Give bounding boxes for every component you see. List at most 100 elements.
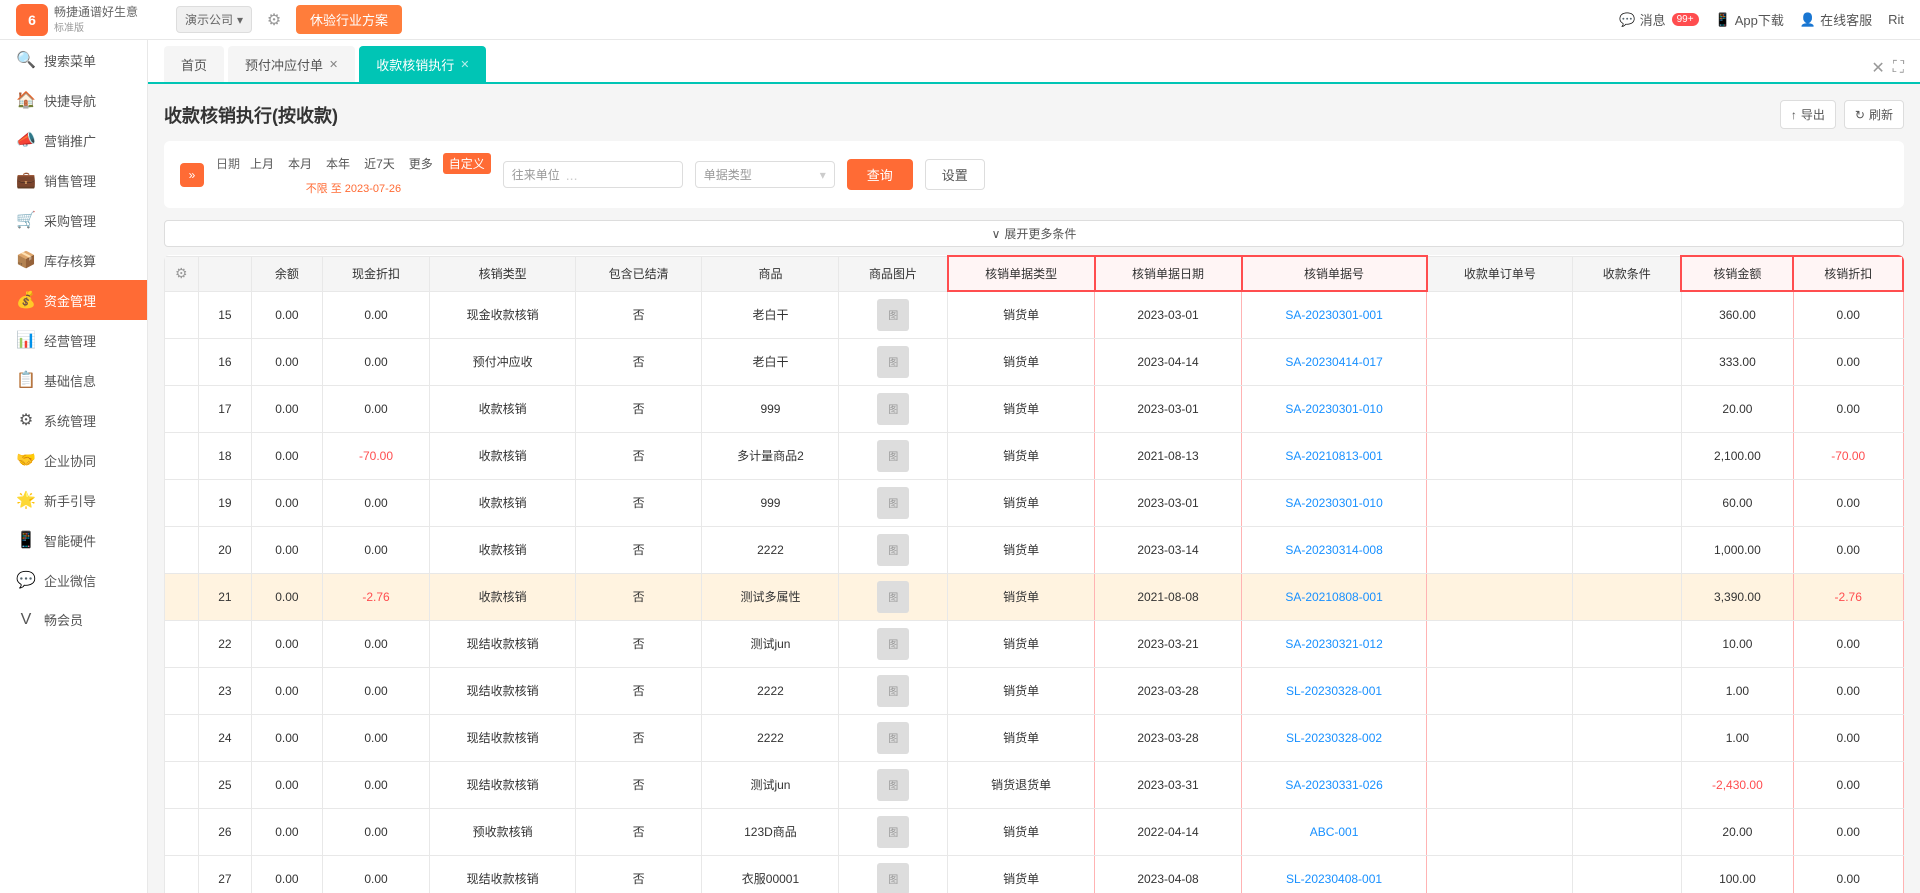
sidebar-item-member[interactable]: V 畅会员: [0, 600, 147, 639]
row-settings: [165, 385, 199, 432]
row-bill-no[interactable]: SA-20230331-026: [1242, 761, 1427, 808]
row-write-off-discount: -70.00: [1793, 432, 1903, 479]
row-bill-no[interactable]: SA-20210808-001: [1242, 573, 1427, 620]
industry-button[interactable]: 休验行业方案: [296, 5, 402, 34]
row-bill-no[interactable]: SA-20210813-001: [1242, 432, 1427, 479]
filter-expand-button[interactable]: »: [180, 163, 204, 187]
date-7days[interactable]: 近7天: [360, 153, 399, 174]
row-no: 16: [198, 338, 252, 385]
row-bill-date: 2023-03-31: [1095, 761, 1242, 808]
row-receipt-order-no: [1427, 714, 1573, 761]
row-bill-type: 销货单: [948, 714, 1095, 761]
sidebar-item-operation[interactable]: 📊 经营管理: [0, 320, 147, 360]
user-profile[interactable]: Rit: [1888, 12, 1904, 27]
row-write-off-amount: 20.00: [1681, 385, 1793, 432]
bill-type-filter[interactable]: 单据类型 ▾: [695, 161, 835, 188]
online-service-item[interactable]: 👤 在线客服: [1800, 10, 1872, 29]
sidebar-label-finance: 资金管理: [44, 291, 96, 310]
date-custom[interactable]: 自定义: [443, 153, 491, 174]
filter-settings-button[interactable]: 设置: [925, 159, 985, 190]
row-bill-no[interactable]: SA-20230414-017: [1242, 338, 1427, 385]
sidebar-item-guide[interactable]: 🌟 新手引导: [0, 480, 147, 520]
date-more[interactable]: 更多: [405, 153, 437, 174]
row-bill-no-link[interactable]: SA-20210808-001: [1285, 590, 1382, 604]
row-receipt-condition: [1573, 479, 1682, 526]
sidebar-item-inventory[interactable]: 📦 库存核算: [0, 240, 147, 280]
tab-collection-close[interactable]: ✕: [460, 58, 469, 71]
row-bill-no-link[interactable]: SL-20230328-001: [1286, 684, 1382, 698]
row-bill-no-link[interactable]: SA-20230414-017: [1285, 355, 1382, 369]
row-bill-no-link[interactable]: SA-20230314-008: [1285, 543, 1382, 557]
row-bill-no[interactable]: SA-20230301-010: [1242, 479, 1427, 526]
date-this-month[interactable]: 本月: [284, 153, 316, 174]
sidebar-item-finance[interactable]: 💰 资金管理: [0, 280, 147, 320]
row-bill-no-link[interactable]: ABC-001: [1310, 825, 1359, 839]
date-last-month[interactable]: 上月: [246, 153, 278, 174]
guide-icon: 🌟: [16, 490, 36, 510]
row-goods-img: 图: [839, 526, 948, 573]
sidebar-item-quicknav[interactable]: 🏠 快捷导航: [0, 80, 147, 120]
sidebar-item-sales[interactable]: 💼 销售管理: [0, 160, 147, 200]
sidebar-item-basic[interactable]: 📋 基础信息: [0, 360, 147, 400]
refresh-button[interactable]: ↻ 刷新: [1844, 100, 1904, 129]
row-bill-no-link[interactable]: SA-20230301-001: [1285, 308, 1382, 322]
row-bill-no[interactable]: SA-20230301-001: [1242, 291, 1427, 338]
sidebar-item-hardware[interactable]: 📱 智能硬件: [0, 520, 147, 560]
tab-prepay-close[interactable]: ✕: [329, 58, 338, 71]
row-no: 15: [198, 291, 252, 338]
column-settings-icon[interactable]: ⚙: [175, 265, 188, 281]
sidebar-item-system[interactable]: ⚙ 系统管理: [0, 400, 147, 440]
query-button[interactable]: 查询: [847, 159, 913, 190]
row-bill-no-link[interactable]: SA-20230301-010: [1285, 402, 1382, 416]
row-balance: 0.00: [252, 667, 322, 714]
row-bill-no[interactable]: SA-20230321-012: [1242, 620, 1427, 667]
tab-collection[interactable]: 收款核销执行 ✕: [359, 46, 486, 82]
row-no: 27: [198, 855, 252, 893]
row-bill-no[interactable]: ABC-001: [1242, 808, 1427, 855]
row-bill-no[interactable]: SL-20230328-002: [1242, 714, 1427, 761]
row-bill-no[interactable]: SA-20230314-008: [1242, 526, 1427, 573]
tab-fullscreen-icon[interactable]: ⛶: [1893, 59, 1904, 77]
message-item[interactable]: 💬 消息 99+: [1619, 10, 1698, 29]
top-bar-center: 演示公司 ▾ ⚙ 休验行业方案: [176, 5, 1607, 34]
row-receipt-condition: [1573, 714, 1682, 761]
row-bill-no-link[interactable]: SA-20210813-001: [1285, 449, 1382, 463]
export-button[interactable]: ↑ 导出: [1780, 100, 1836, 129]
row-bill-type: 销货退货单: [948, 761, 1095, 808]
row-bill-no-link[interactable]: SA-20230301-010: [1285, 496, 1382, 510]
settings-icon[interactable]: ⚙: [260, 6, 288, 34]
partner-filter[interactable]: 往来单位 ...: [503, 161, 683, 188]
sidebar-item-purchase[interactable]: 🛒 采购管理: [0, 200, 147, 240]
tab-prepay[interactable]: 预付冲应付单 ✕: [228, 46, 355, 82]
row-bill-date: 2023-04-08: [1095, 855, 1242, 893]
sidebar-item-corp[interactable]: 🤝 企业协同: [0, 440, 147, 480]
col-receipt-condition: 收款条件: [1573, 256, 1682, 291]
row-bill-type: 销货单: [948, 291, 1095, 338]
tab-close-icon[interactable]: ✕: [1871, 58, 1884, 78]
row-write-off-discount: 0.00: [1793, 385, 1903, 432]
row-bill-no-link[interactable]: SL-20230408-001: [1286, 872, 1382, 886]
row-bill-no[interactable]: SA-20230301-010: [1242, 385, 1427, 432]
row-bill-date: 2022-04-14: [1095, 808, 1242, 855]
row-write-off-type: 现结收款核销: [430, 667, 575, 714]
sidebar-item-search[interactable]: 🔍 搜索菜单: [0, 40, 147, 80]
expand-conditions-button[interactable]: ∨ 展开更多条件: [164, 220, 1904, 247]
date-this-year[interactable]: 本年: [322, 153, 354, 174]
sidebar-item-wechat[interactable]: 💬 企业微信: [0, 560, 147, 600]
row-bill-no-link[interactable]: SL-20230328-002: [1286, 731, 1382, 745]
row-bill-no-link[interactable]: SA-20230331-026: [1285, 778, 1382, 792]
row-settled: 否: [575, 526, 702, 573]
tab-home[interactable]: 首页: [164, 46, 224, 82]
company-select[interactable]: 演示公司 ▾: [176, 6, 252, 33]
row-bill-no[interactable]: SL-20230408-001: [1242, 855, 1427, 893]
sidebar-item-marketing[interactable]: 📣 营销推广: [0, 120, 147, 160]
row-settings: [165, 526, 199, 573]
row-bill-no-link[interactable]: SA-20230321-012: [1285, 637, 1382, 651]
table-row: 260.000.00预收款核销否123D商品图销货单2022-04-14ABC-…: [165, 808, 1904, 855]
app-download-item[interactable]: 📱 App下载: [1715, 10, 1784, 29]
row-bill-no[interactable]: SL-20230328-001: [1242, 667, 1427, 714]
col-bill-date: 核销单据日期: [1095, 256, 1242, 291]
col-settings[interactable]: ⚙: [165, 256, 199, 291]
row-settings: [165, 338, 199, 385]
row-receipt-order-no: [1427, 855, 1573, 893]
